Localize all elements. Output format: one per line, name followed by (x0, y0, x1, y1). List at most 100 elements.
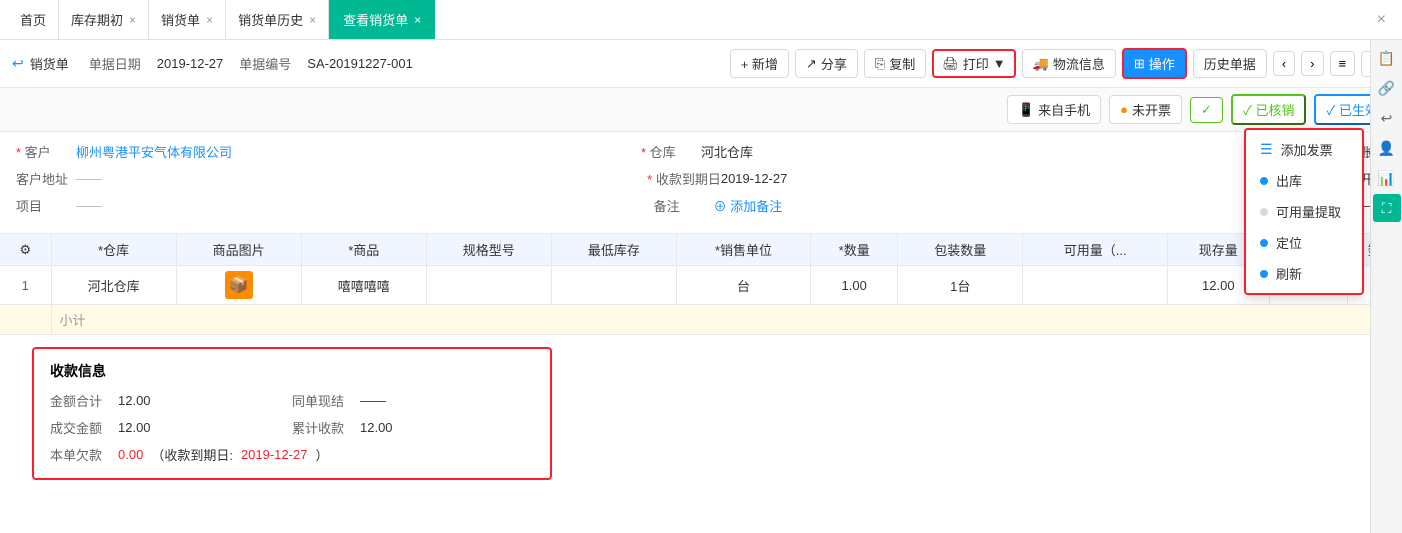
same-order-row: 同单现结 —— (292, 389, 534, 412)
product-table: ⚙ *仓库 商品图片 *商品 规格型号 最低库存 *销售单位 *数量 包装数量 … (0, 234, 1402, 335)
history-button[interactable]: 历史单据 (1193, 49, 1267, 78)
right-icon-return[interactable]: ↩ (1373, 104, 1401, 132)
deal-row: 成交金额 12.00 (50, 416, 292, 439)
doc-header: ↩ 销货单 单据日期 2019-12-27 单据编号 SA-20191227-0… (0, 40, 1402, 88)
not-opened-button[interactable]: ● 未开票 (1109, 95, 1182, 124)
row-available (1023, 266, 1168, 305)
share-button[interactable]: ↗ 分享 (795, 49, 858, 78)
col-pack-qty: 包装数量 (898, 234, 1023, 266)
nav-next-button[interactable]: › (1301, 51, 1323, 76)
dropdown-item-invoice[interactable]: ☰ 添加发票 (1246, 134, 1362, 165)
payment-date-field: 收款到期日 2019-12-27 (647, 169, 1278, 188)
main-content: ↩ 销货单 单据日期 2019-12-27 单据编号 SA-20191227-0… (0, 40, 1402, 533)
tab-inventory-init[interactable]: 库存期初 × (59, 0, 149, 39)
right-icon-chart[interactable]: 📊 (1373, 164, 1401, 192)
number-label: 单据编号 (239, 54, 291, 73)
note-field: 备注 ⊕ 添加备注 (654, 196, 1292, 215)
deal-label: 成交金额 (50, 418, 110, 437)
right-icon-doc[interactable]: 📋 (1373, 44, 1401, 72)
subtotal-label: 小计 (51, 305, 1401, 335)
row-spec (426, 266, 551, 305)
add-button[interactable]: + 新增 (730, 49, 789, 78)
right-icon-user[interactable]: 👤 (1373, 134, 1401, 162)
effective-check-icon: ✓ (1326, 103, 1335, 118)
address-label: 客户地址 (16, 169, 76, 188)
row-image: 📦 (176, 266, 301, 305)
window-close-button[interactable]: × (1369, 11, 1394, 29)
cumulative-label: 累计收款 (292, 418, 352, 437)
print-button[interactable]: 🖨 打印 ▼ (932, 49, 1015, 78)
logistics-button[interactable]: 🚚 物流信息 (1022, 49, 1116, 78)
note-add-button[interactable]: ⊕ 添加备注 (714, 196, 1292, 215)
form-section: 客户 柳州粤港平安气体有限公司 仓库 河北仓库 业务员 演示账号 客户地址 ——… (0, 132, 1402, 233)
table-wrap: ⚙ *仓库 商品图片 *商品 规格型号 最低库存 *销售单位 *数量 包装数量 … (0, 233, 1402, 335)
col-min-stock: 最低库存 (551, 234, 676, 266)
doc-title: ↩ 销货单 (12, 54, 69, 73)
project-label: 项目 (16, 196, 76, 215)
form-row-2: 客户地址 —— 收款到期日 2019-12-27 票据类型 不开票 (16, 169, 1386, 188)
check-icon: ✓ (1201, 102, 1212, 118)
date-label: 单据日期 (89, 54, 141, 73)
project-value: —— (76, 198, 654, 213)
share-icon: ↗ (806, 56, 817, 72)
summary-box: 收款信息 金额合计 12.00 同单现结 —— 成交金额 12.00 累计收款 … (32, 347, 552, 480)
address-value: —— (76, 171, 647, 186)
row-product: 嘻嘻嘻嘻 (301, 266, 426, 305)
dropdown-item-available[interactable]: 可用量提取 (1246, 196, 1362, 227)
warehouse-label: 仓库 (641, 142, 701, 161)
col-available: 可用量（... (1023, 234, 1168, 266)
dropdown-item-locate[interactable]: 定位 (1246, 227, 1362, 258)
summary-grid: 金额合计 12.00 同单现结 —— 成交金额 12.00 累计收款 12.00… (50, 389, 534, 466)
right-icon-fullscreen[interactable]: ⛶ (1373, 194, 1401, 222)
col-settings[interactable]: ⚙ (0, 234, 51, 266)
view-list-button[interactable]: ≡ (1330, 51, 1356, 76)
total-label: 金额合计 (50, 391, 110, 410)
doc-actions: + 新增 ↗ 分享 ⎘ 复制 🖨 打印 ▼ 🚚 物流信息 ⊞ 操作 (730, 48, 1390, 79)
copy-button[interactable]: ⎘ 复制 (864, 49, 926, 78)
plus-icon: ⊕ (714, 199, 727, 214)
phone-icon: 📱 (1018, 102, 1034, 118)
row-num: 1 (0, 266, 51, 305)
invoice-icon: ☰ (1260, 141, 1273, 158)
due-date-close: ） (315, 445, 328, 464)
close-icon[interactable]: × (309, 13, 316, 27)
print-icon: 🖨 (942, 56, 959, 72)
right-icon-link[interactable]: 🔗 (1373, 74, 1401, 102)
project-field: 项目 —— (16, 196, 654, 215)
current-due-row: 本单欠款 0.00 （收款到期日: 2019-12-27 ） (50, 443, 534, 466)
close-icon[interactable]: × (414, 13, 421, 27)
same-order-label: 同单现结 (292, 391, 352, 410)
table-row: 1 河北仓库 📦 嘻嘻嘻嘻 台 1.00 1台 12.00 0. (0, 266, 1402, 305)
col-sales-unit: *销售单位 (676, 234, 810, 266)
close-icon[interactable]: × (206, 13, 213, 27)
col-spec: 规格型号 (426, 234, 551, 266)
customer-value[interactable]: 柳州粤港平安气体有限公司 (76, 142, 641, 161)
ticket-icon: ● (1120, 102, 1128, 117)
tab-sales-order[interactable]: 销货单 × (149, 0, 226, 39)
summary-title: 收款信息 (50, 361, 534, 381)
operations-dropdown: ☰ 添加发票 出库 可用量提取 定位 刷新 (1244, 128, 1364, 295)
dropdown-item-refresh[interactable]: 刷新 (1246, 258, 1362, 289)
col-qty: *数量 (811, 234, 898, 266)
tab-sales-history[interactable]: 销货单历史 × (226, 0, 329, 39)
tab-bar: 首页 库存期初 × 销货单 × 销货单历史 × 查看销货单 × × (0, 0, 1402, 40)
close-icon[interactable]: × (129, 13, 136, 27)
outbound-dot-icon (1260, 173, 1268, 188)
check-icon-button[interactable]: ✓ (1190, 97, 1223, 123)
current-due-value: 0.00 (118, 447, 143, 462)
tab-view-sales[interactable]: 查看销货单 × (329, 0, 435, 39)
payment-date-label: 收款到期日 (647, 169, 721, 188)
toolbar-row: 📱 来自手机 ● 未开票 ✓ ✓ 已核销 ✓ 已生效 (0, 88, 1402, 132)
total-value: 12.00 (118, 393, 151, 408)
nav-prev-button[interactable]: ‹ (1273, 51, 1295, 76)
customer-field: 客户 柳州粤港平安气体有限公司 (16, 142, 641, 161)
note-label: 备注 (654, 196, 714, 215)
already-cancelled-button[interactable]: ✓ 已核销 (1231, 94, 1307, 125)
from-phone-button[interactable]: 📱 来自手机 (1007, 95, 1101, 124)
right-panel: 📋 🔗 ↩ 👤 📊 ⛶ (1370, 40, 1402, 533)
operations-button[interactable]: ⊞ 操作 (1122, 48, 1187, 79)
dropdown-item-outbound[interactable]: 出库 (1246, 165, 1362, 196)
row-min-stock (551, 266, 676, 305)
tab-home[interactable]: 首页 (8, 0, 59, 39)
refresh-dot-icon (1260, 266, 1268, 281)
